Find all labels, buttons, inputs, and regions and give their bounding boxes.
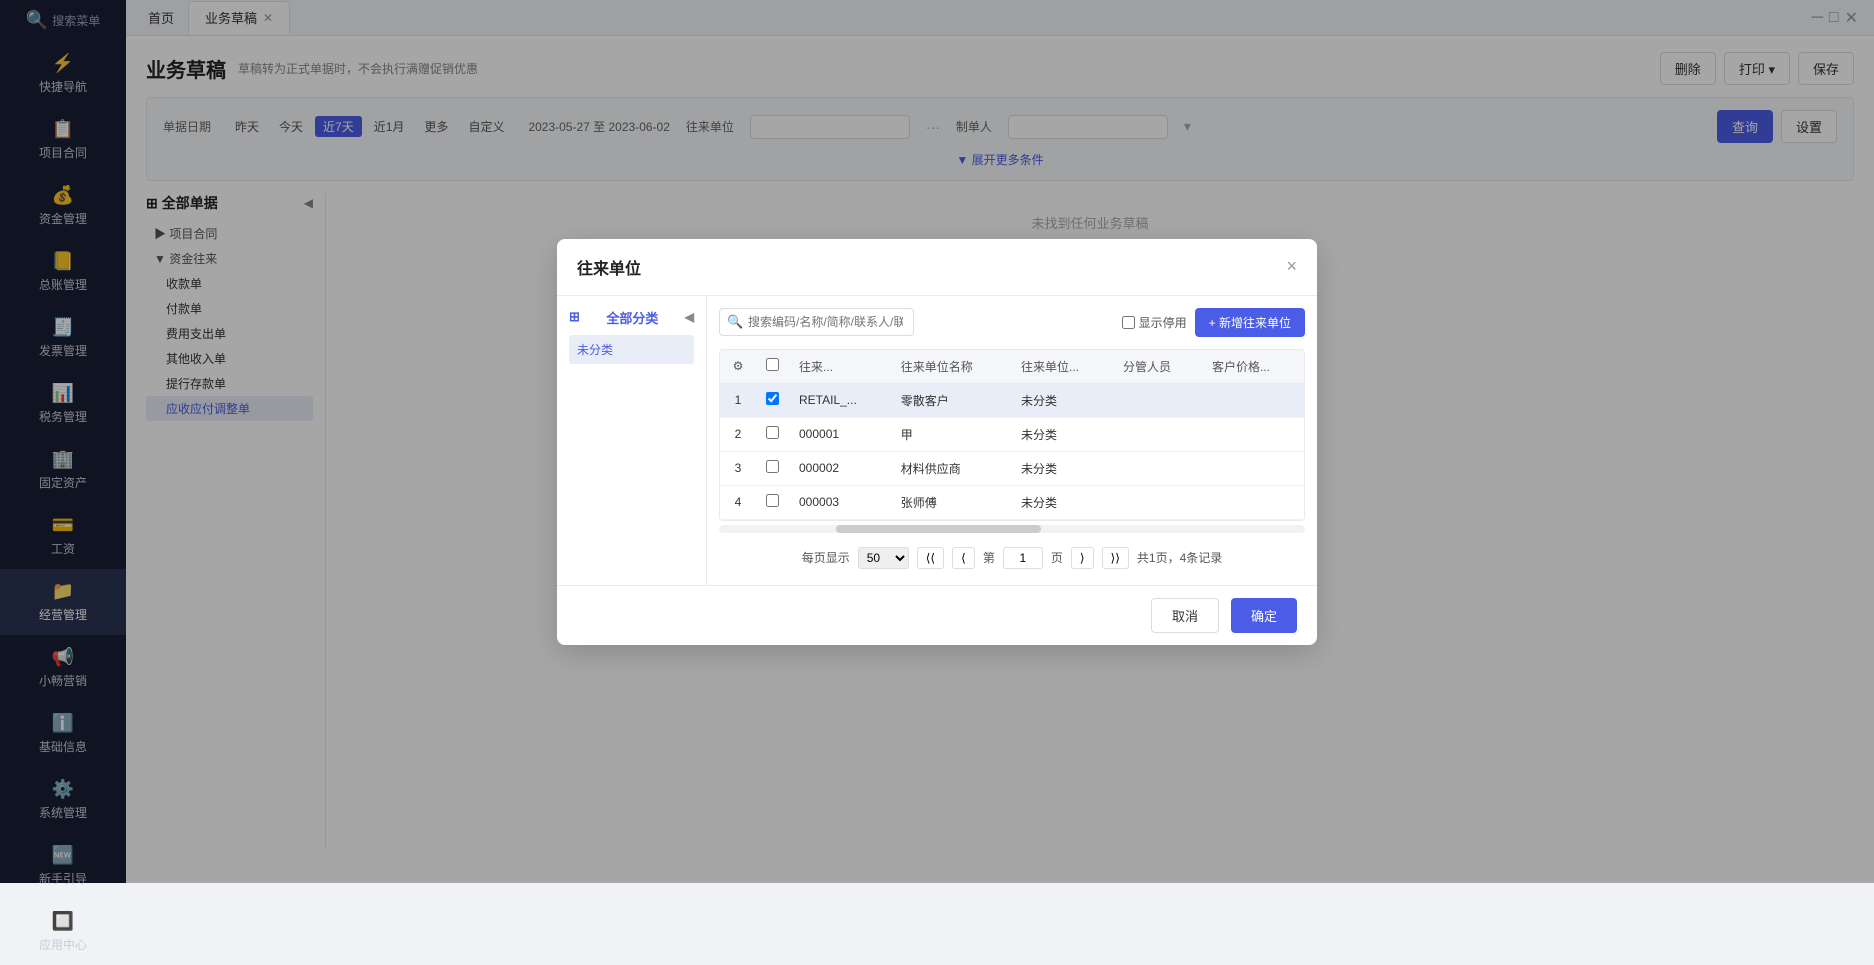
category-all-label[interactable]: 全部分类 [606, 308, 658, 327]
col-code: 往来... [789, 350, 891, 384]
main-area: 首页 业务草稿 ✕ ─ □ ✕ 业务草稿 草稿转为正式单据时，不会执行满赠促销优… [126, 0, 1874, 883]
row-name: 材料供应商 [891, 451, 1011, 485]
row-check[interactable] [756, 451, 789, 485]
per-page-label: 每页显示 [802, 549, 850, 566]
row-manager [1113, 451, 1202, 485]
row-category: 未分类 [1011, 383, 1113, 417]
row-code: 000002 [789, 451, 891, 485]
pagination: 每页显示 50 100 ⟨⟨ ⟨ 第 页 ⟩ ⟩⟩ [719, 537, 1305, 573]
row-check[interactable] [756, 485, 789, 519]
row-num: 4 [720, 485, 756, 519]
app-center-label: 应用中心 [39, 936, 87, 953]
row-manager [1113, 417, 1202, 451]
row-manager [1113, 485, 1202, 519]
table-row[interactable]: 2 000001 甲 未分类 [720, 417, 1304, 451]
table-row[interactable]: 3 000002 材料供应商 未分类 [720, 451, 1304, 485]
search-wrap: 🔍 [719, 308, 1114, 336]
col-name: 往来单位名称 [891, 350, 1011, 384]
row-check[interactable] [756, 417, 789, 451]
page-next-button[interactable]: ⟩ [1071, 547, 1094, 569]
page-prev-button[interactable]: ⟨ [952, 547, 975, 569]
row-code: 000001 [789, 417, 891, 451]
page-unit: 页 [1051, 549, 1063, 566]
table-row[interactable]: 4 000003 张师傅 未分类 [720, 485, 1304, 519]
modal-overlay: 往来单位 × ⊞ 全部分类 ◀ 未分类 [126, 36, 1874, 883]
sidebar-item-app-center[interactable]: 🔲 应用中心 [0, 899, 126, 965]
table-row[interactable]: 1 RETAIL_... 零散客户 未分类 [720, 383, 1304, 417]
modal-collapse-icon[interactable]: ◀ [685, 310, 694, 324]
row-name: 零散客户 [891, 383, 1011, 417]
modal-title: 往来单位 [577, 255, 641, 279]
modal-close-button[interactable]: × [1286, 256, 1297, 277]
modal-body: ⊞ 全部分类 ◀ 未分类 🔍 [557, 296, 1317, 585]
row-num: 2 [720, 417, 756, 451]
table-header-row: ⚙ 往来... 往来单位名称 往来单位... 分管人员 客户价格... [720, 350, 1304, 384]
modal: 往来单位 × ⊞ 全部分类 ◀ 未分类 [557, 239, 1317, 645]
page-last-button[interactable]: ⟩⟩ [1102, 547, 1129, 569]
page-content: 业务草稿 草稿转为正式单据时，不会执行满赠促销优惠 删除 打印 ▾ 保存 单据日… [126, 36, 1874, 883]
modal-left-header: ⊞ 全部分类 ◀ [569, 308, 694, 327]
show-disabled-checkbox-label[interactable]: 显示停用 [1122, 314, 1187, 331]
page-number-input[interactable] [1003, 547, 1043, 569]
row-code: 000003 [789, 485, 891, 519]
modal-footer: 取消 确定 [557, 585, 1317, 645]
scrollbar-thumb[interactable] [836, 525, 1041, 533]
counterparty-search-input[interactable] [719, 308, 914, 336]
row-code: RETAIL_... [789, 383, 891, 417]
col-manager: 分管人员 [1113, 350, 1202, 384]
row-check[interactable] [756, 383, 789, 417]
page-first-button[interactable]: ⟨⟨ [917, 547, 944, 569]
col-check [756, 350, 789, 384]
row-name: 甲 [891, 417, 1011, 451]
category-all-icon: ⊞ [569, 309, 580, 325]
horizontal-scrollbar[interactable] [719, 525, 1305, 533]
row-manager [1113, 383, 1202, 417]
counterparty-table: ⚙ 往来... 往来单位名称 往来单位... 分管人员 客户价格... [720, 350, 1304, 520]
row-num: 3 [720, 451, 756, 485]
total-info: 共1页，4条记录 [1137, 549, 1222, 566]
col-category: 往来单位... [1011, 350, 1113, 384]
select-all-checkbox[interactable] [766, 358, 779, 371]
modal-left-panel: ⊞ 全部分类 ◀ 未分类 [557, 296, 707, 585]
row-category: 未分类 [1011, 485, 1113, 519]
show-disabled-label: 显示停用 [1139, 314, 1187, 331]
confirm-button[interactable]: 确定 [1231, 598, 1297, 633]
modal-toolbar: 🔍 显示停用 + 新增往来单位 [719, 308, 1305, 337]
modal-right-panel: 🔍 显示停用 + 新增往来单位 [707, 296, 1317, 585]
app-center-icon: 🔲 [52, 911, 74, 932]
row-price [1202, 451, 1304, 485]
page-label: 第 [983, 549, 995, 566]
col-settings: ⚙ [720, 350, 756, 384]
row-price [1202, 417, 1304, 451]
row-price [1202, 485, 1304, 519]
category-uncategorized[interactable]: 未分类 [569, 335, 694, 364]
row-category: 未分类 [1011, 451, 1113, 485]
col-price: 客户价格... [1202, 350, 1304, 384]
show-disabled-checkbox[interactable] [1122, 316, 1135, 329]
row-category: 未分类 [1011, 417, 1113, 451]
modal-table: ⚙ 往来... 往来单位名称 往来单位... 分管人员 客户价格... [719, 349, 1305, 521]
row-num: 1 [720, 383, 756, 417]
per-page-select[interactable]: 50 100 [858, 547, 909, 569]
row-name: 张师傅 [891, 485, 1011, 519]
row-price [1202, 383, 1304, 417]
search-icon: 🔍 [727, 314, 743, 330]
cancel-button[interactable]: 取消 [1151, 598, 1219, 633]
modal-header: 往来单位 × [557, 239, 1317, 296]
add-counterparty-button[interactable]: + 新增往来单位 [1195, 308, 1305, 337]
